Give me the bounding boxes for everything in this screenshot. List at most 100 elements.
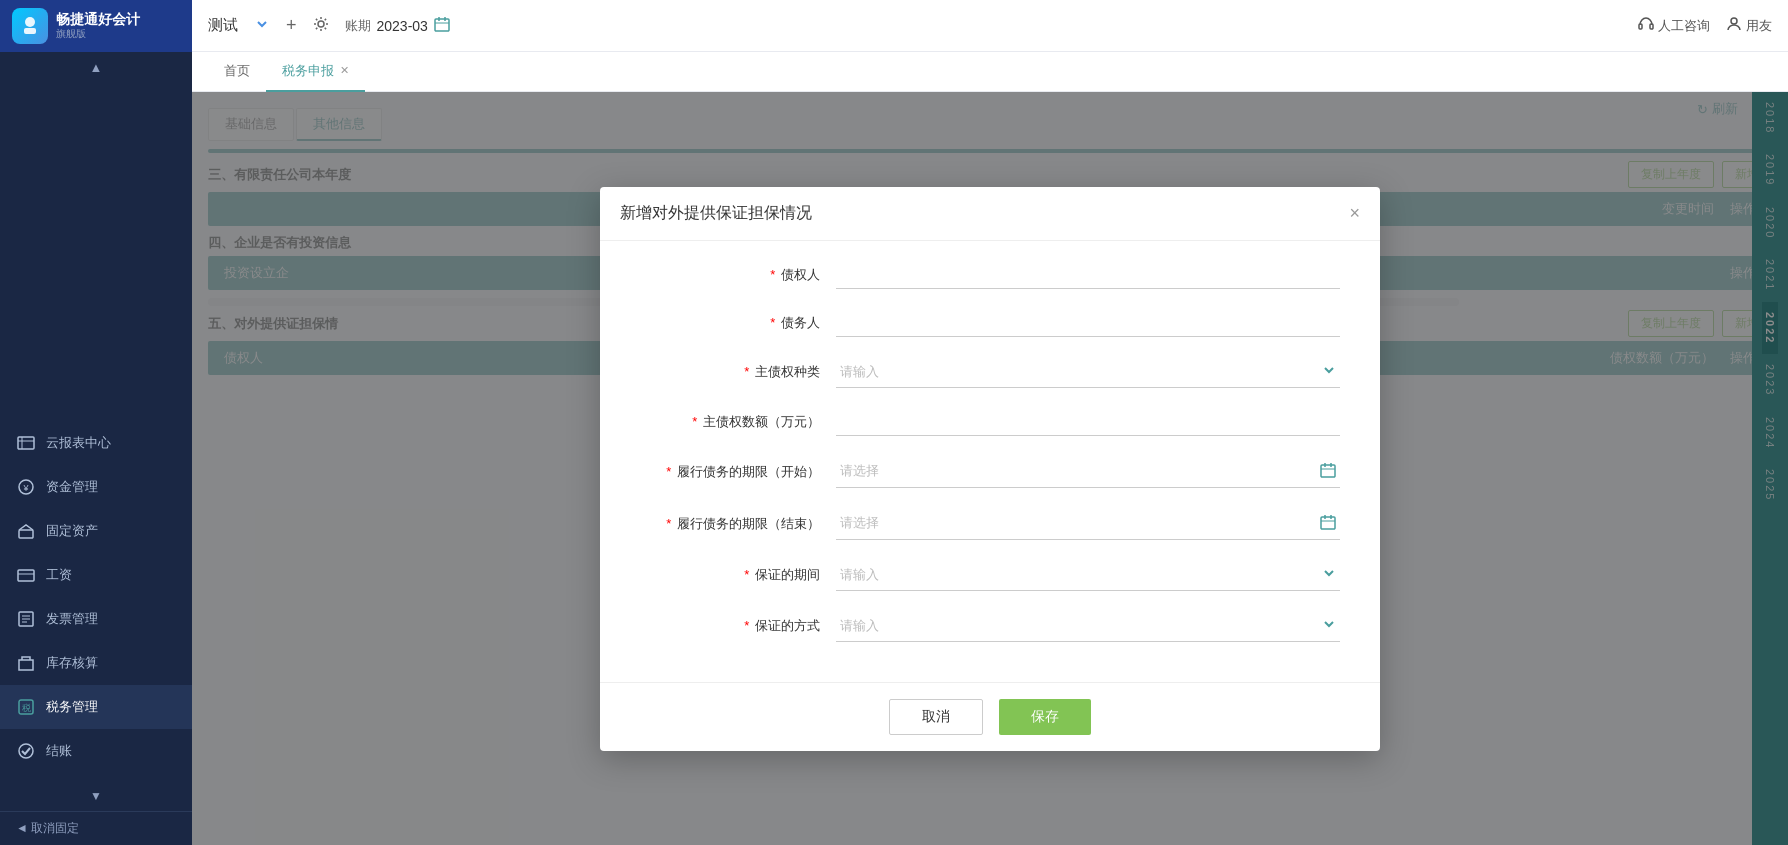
consult-button[interactable]: 人工咨询 (1638, 16, 1710, 35)
svg-text:税: 税 (22, 703, 31, 713)
svg-rect-1 (24, 28, 36, 34)
headset-icon (1638, 16, 1654, 35)
required-mark-guarantee-period: * (744, 567, 749, 582)
svg-rect-14 (19, 660, 33, 670)
input-creditor[interactable] (836, 261, 1340, 289)
sidebar-item-shuiwu[interactable]: 税 税务管理 (0, 685, 192, 729)
svg-text:¥: ¥ (22, 483, 29, 493)
label-claim-type: * 主债权种类 (640, 363, 820, 381)
topbar: 测试 + 账期 2023-03 (192, 0, 1788, 52)
svg-point-28 (1731, 18, 1737, 24)
select-claim-type-text: 请输入 (840, 363, 1322, 381)
user-button[interactable]: 用友 (1726, 16, 1772, 35)
sidebar-item-jiezhang[interactable]: 结账 (0, 729, 192, 773)
main-area: 测试 + 账期 2023-03 (192, 0, 1788, 845)
user-icon (1726, 16, 1742, 35)
modal-body: * 债权人 * 债务人 (600, 241, 1380, 682)
sidebar: 畅捷通好会计 旗舰版 ▲ 云报表中心 (0, 0, 192, 845)
label-period-end: * 履行债务的期限（结束） (640, 515, 820, 533)
save-button[interactable]: 保存 (999, 699, 1091, 735)
settings-icon[interactable] (313, 16, 329, 36)
label-guarantee-period: * 保证的期间 (640, 566, 820, 584)
sidebar-label-gongzi: 工资 (46, 566, 72, 584)
required-mark-claim-amount: * (692, 414, 697, 429)
modal-backdrop: 新增对外提供保证担保情况 × * 债权人 (192, 92, 1788, 845)
period-label: 账期 (345, 17, 371, 35)
modal-header: 新增对外提供保证担保情况 × (600, 187, 1380, 241)
svg-point-17 (19, 744, 33, 758)
sidebar-label-shuiwu: 税务管理 (46, 698, 98, 716)
svg-rect-7 (19, 530, 33, 538)
svg-rect-29 (1321, 465, 1335, 477)
select-guarantee-method[interactable]: 请输入 (836, 611, 1340, 642)
select-claim-type[interactable]: 请输入 (836, 357, 1340, 388)
sidebar-label-jiezhang: 结账 (46, 742, 72, 760)
add-button[interactable]: + (286, 15, 297, 36)
form-row-period-end: * 履行债务的期限（结束） 请选择 (640, 508, 1340, 540)
required-mark-claim-type: * (744, 364, 749, 379)
sidebar-label-kucun: 库存核算 (46, 654, 98, 672)
sidebar-label-zijin: 资金管理 (46, 478, 98, 496)
company-dropdown-icon[interactable] (254, 16, 270, 35)
chevron-down-icon-guarantee-method (1322, 617, 1336, 634)
input-claim-amount[interactable] (836, 408, 1340, 436)
sidebar-item-zijin[interactable]: ¥ 资金管理 (0, 465, 192, 509)
app-name-block: 畅捷通好会计 旗舰版 (56, 11, 140, 42)
tab-shuiwu[interactable]: 税务申报 ✕ (266, 52, 365, 92)
label-debtor: * 债务人 (640, 314, 820, 332)
modal-title: 新增对外提供保证担保情况 (620, 203, 812, 224)
select-guarantee-period[interactable]: 请输入 (836, 560, 1340, 591)
consult-label: 人工咨询 (1658, 17, 1710, 35)
svg-point-0 (25, 17, 35, 27)
calendar-icon-end (1320, 514, 1336, 533)
sidebar-item-yunbaobiao[interactable]: 云报表中心 (0, 421, 192, 465)
gongzi-icon (16, 565, 36, 585)
zijin-icon: ¥ (16, 477, 36, 497)
sidebar-item-guidang[interactable]: 归档管理 (0, 773, 192, 782)
svg-rect-8 (18, 570, 34, 581)
sidebar-nav: ▲ (0, 52, 192, 421)
sidebar-scroll-down[interactable]: ▼ (0, 781, 192, 811)
form-row-guarantee-method: * 保证的方式 请输入 (640, 611, 1340, 642)
date-period-end[interactable]: 请选择 (836, 508, 1340, 540)
tab-home[interactable]: 首页 (208, 52, 266, 92)
chevron-down-icon-guarantee-period (1322, 566, 1336, 583)
sidebar-scroll-up[interactable]: ▲ (0, 56, 192, 79)
sidebar-label-fapiao: 发票管理 (46, 610, 98, 628)
sidebar-item-fapiao[interactable]: 发票管理 (0, 597, 192, 641)
sidebar-header: 畅捷通好会计 旗舰版 (0, 0, 192, 52)
sidebar-unpin[interactable]: ◄ 取消固定 (0, 811, 192, 845)
shuiwu-icon: 税 (16, 697, 36, 717)
modal-dialog: 新增对外提供保证担保情况 × * 债权人 (600, 187, 1380, 751)
chevron-down-icon-claim-type (1322, 363, 1336, 380)
content-tabs: 首页 税务申报 ✕ (192, 52, 1788, 92)
modal-footer: 取消 保存 (600, 682, 1380, 751)
date-period-start-text: 请选择 (840, 462, 1320, 480)
cancel-button[interactable]: 取消 (889, 699, 983, 735)
jiezhang-icon (16, 741, 36, 761)
tab-shuiwu-label: 税务申报 (282, 62, 334, 80)
modal-close-button[interactable]: × (1349, 203, 1360, 224)
svg-rect-2 (18, 437, 34, 449)
app-edition: 旗舰版 (56, 27, 140, 41)
required-mark-period-start: * (666, 464, 671, 479)
kucun-icon (16, 653, 36, 673)
sidebar-label-gudingzichan: 固定资产 (46, 522, 98, 540)
form-row-debtor: * 债务人 (640, 309, 1340, 337)
fapiao-icon (16, 609, 36, 629)
tab-shuiwu-close[interactable]: ✕ (340, 64, 349, 77)
svg-rect-26 (1639, 24, 1642, 29)
form-row-guarantee-period: * 保证的期间 请输入 (640, 560, 1340, 591)
date-period-start[interactable]: 请选择 (836, 456, 1340, 488)
calendar-icon-start (1320, 462, 1336, 481)
sidebar-item-kucun[interactable]: 库存核算 (0, 641, 192, 685)
label-guarantee-method: * 保证的方式 (640, 617, 820, 635)
yunbaobiao-icon (16, 433, 36, 453)
app-logo (12, 8, 48, 44)
input-debtor[interactable] (836, 309, 1340, 337)
required-mark-guarantee-method: * (744, 618, 749, 633)
topbar-right: 人工咨询 用友 (1638, 16, 1772, 35)
period-calendar-icon[interactable] (434, 16, 450, 35)
sidebar-item-gudingzichan[interactable]: 固定资产 (0, 509, 192, 553)
sidebar-item-gongzi[interactable]: 工资 (0, 553, 192, 597)
